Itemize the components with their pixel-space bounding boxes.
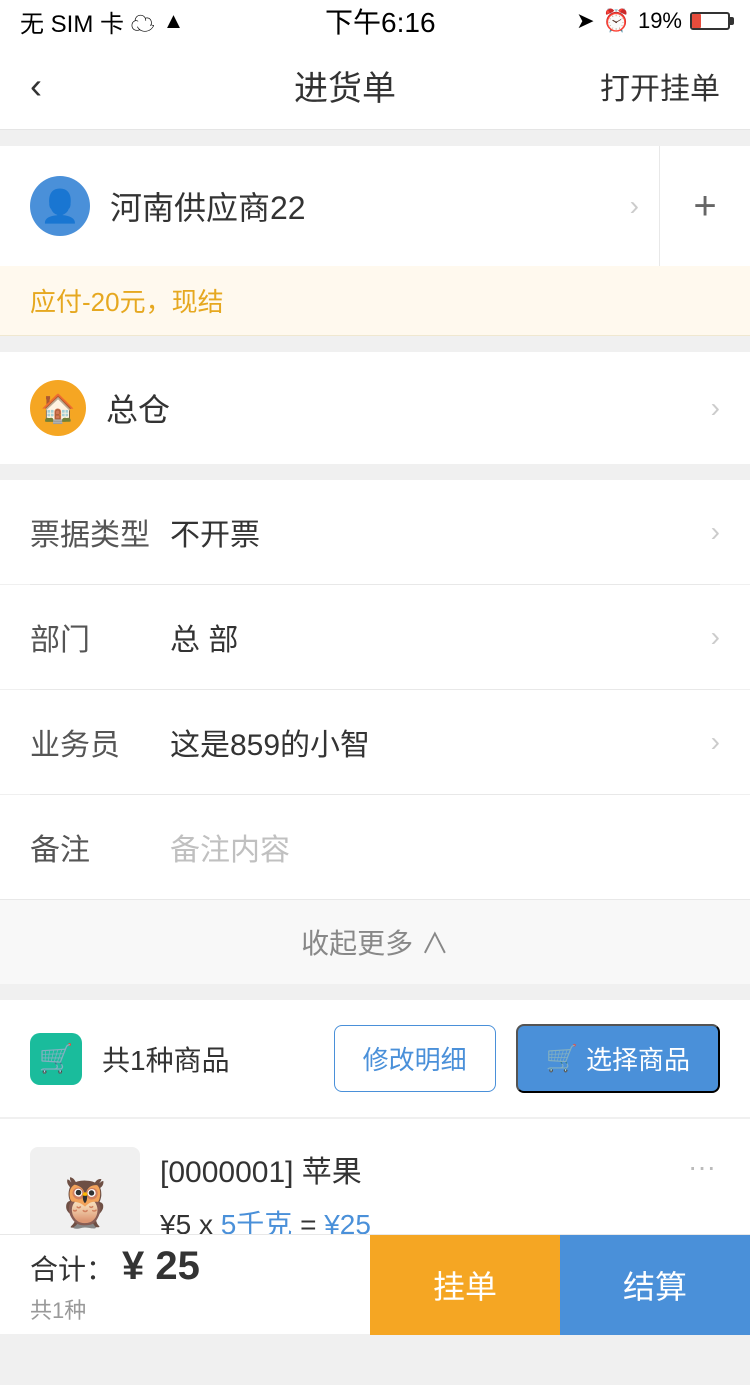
status-time: 下午6:16 (325, 1, 436, 41)
department-row[interactable]: 部门 总 部 › (0, 585, 750, 689)
location-icon: ➤ (576, 8, 594, 34)
chevron-right-icon: › (711, 726, 720, 758)
select-product-button[interactable]: 🛒 选择商品 (516, 1024, 720, 1093)
supplier-section: 👤 河南供应商22 › + (0, 146, 750, 266)
supplier-avatar: 👤 (30, 176, 90, 236)
status-bar: 无 SIM 卡 ☁ ▲ 下午6:16 ➤ ⏰ 19% (0, 0, 750, 42)
page-title: 进货单 (294, 61, 396, 110)
product-info: [0000001] 苹果 ¥5 x 5千克 = ¥25 (160, 1147, 664, 1243)
wifi-icon: ▲ (163, 8, 185, 34)
total-amount: ¥ 25 (122, 1244, 200, 1289)
gap-2 (0, 336, 750, 352)
hang-button[interactable]: 挂单 (370, 1235, 560, 1335)
total-line1: 合计： ¥ 25 (30, 1244, 340, 1289)
collapse-button[interactable]: 收起更多 ∧ (0, 899, 750, 984)
alarm-icon: ⏰ (603, 8, 630, 34)
chevron-right-icon: › (711, 516, 720, 548)
cart-icon: 🛒 (546, 1043, 578, 1074)
remark-value[interactable]: 备注内容 (170, 825, 720, 869)
supplier-name: 河南供应商22 (110, 183, 630, 229)
checkout-button[interactable]: 结算 (560, 1235, 750, 1335)
chevron-right-icon: › (630, 190, 639, 222)
gap-1 (0, 130, 750, 146)
product-more-button[interactable]: ··· (684, 1147, 720, 1187)
person-icon: 👤 (40, 187, 80, 225)
back-button[interactable]: ‹ (30, 65, 90, 107)
products-icon: 🛒 (30, 1033, 82, 1085)
products-header: 🛒 共1种商品 修改明细 🛒 选择商品 (0, 1000, 750, 1117)
warehouse-name: 总仓 (106, 385, 711, 431)
salesperson-row[interactable]: 业务员 这是859的小智 › (0, 690, 750, 794)
total-count: 共1种 (30, 1293, 340, 1325)
product-name: [0000001] 苹果 (160, 1147, 664, 1191)
supplier-row[interactable]: 👤 河南供应商22 › (0, 146, 660, 266)
footer-total: 合计： ¥ 25 共1种 (0, 1244, 370, 1325)
remark-label: 备注 (30, 825, 170, 869)
invoice-type-row[interactable]: 票据类型 不开票 › (0, 480, 750, 584)
nav-bar: ‹ 进货单 打开挂单 (0, 42, 750, 130)
gap-3 (0, 464, 750, 480)
sales-value: 这是859的小智 (170, 720, 711, 764)
remark-row[interactable]: 备注 备注内容 (0, 795, 750, 899)
footer: 合计： ¥ 25 共1种 挂单 结算 (0, 1234, 750, 1334)
chevron-right-icon: › (711, 621, 720, 653)
total-label: 合计： (30, 1248, 114, 1288)
owl-icon: 🦉 (55, 1174, 115, 1231)
status-bar-right: ➤ ⏰ 19% (576, 8, 730, 34)
invoice-label: 票据类型 (30, 510, 170, 554)
chevron-right-icon: › (711, 392, 720, 424)
dept-value: 总 部 (170, 615, 711, 659)
edit-detail-button[interactable]: 修改明细 (334, 1025, 496, 1092)
sales-label: 业务员 (30, 720, 170, 764)
products-count: 共1种商品 (102, 1039, 314, 1079)
invoice-value: 不开票 (170, 510, 711, 554)
warehouse-icon: 🏠 (30, 380, 86, 436)
warehouse-row[interactable]: 🏠 总仓 › (0, 352, 750, 464)
battery-icon (690, 12, 730, 30)
dept-label: 部门 (30, 615, 170, 659)
sim-status: 无 SIM 卡 ☁ (20, 4, 155, 39)
open-hang-button[interactable]: 打开挂单 (600, 64, 720, 108)
notice-bar: 应付-20元，现结 (0, 266, 750, 336)
add-supplier-button[interactable]: + (660, 184, 750, 229)
battery-percent: 19% (638, 8, 682, 34)
status-bar-left: 无 SIM 卡 ☁ ▲ (20, 4, 184, 39)
